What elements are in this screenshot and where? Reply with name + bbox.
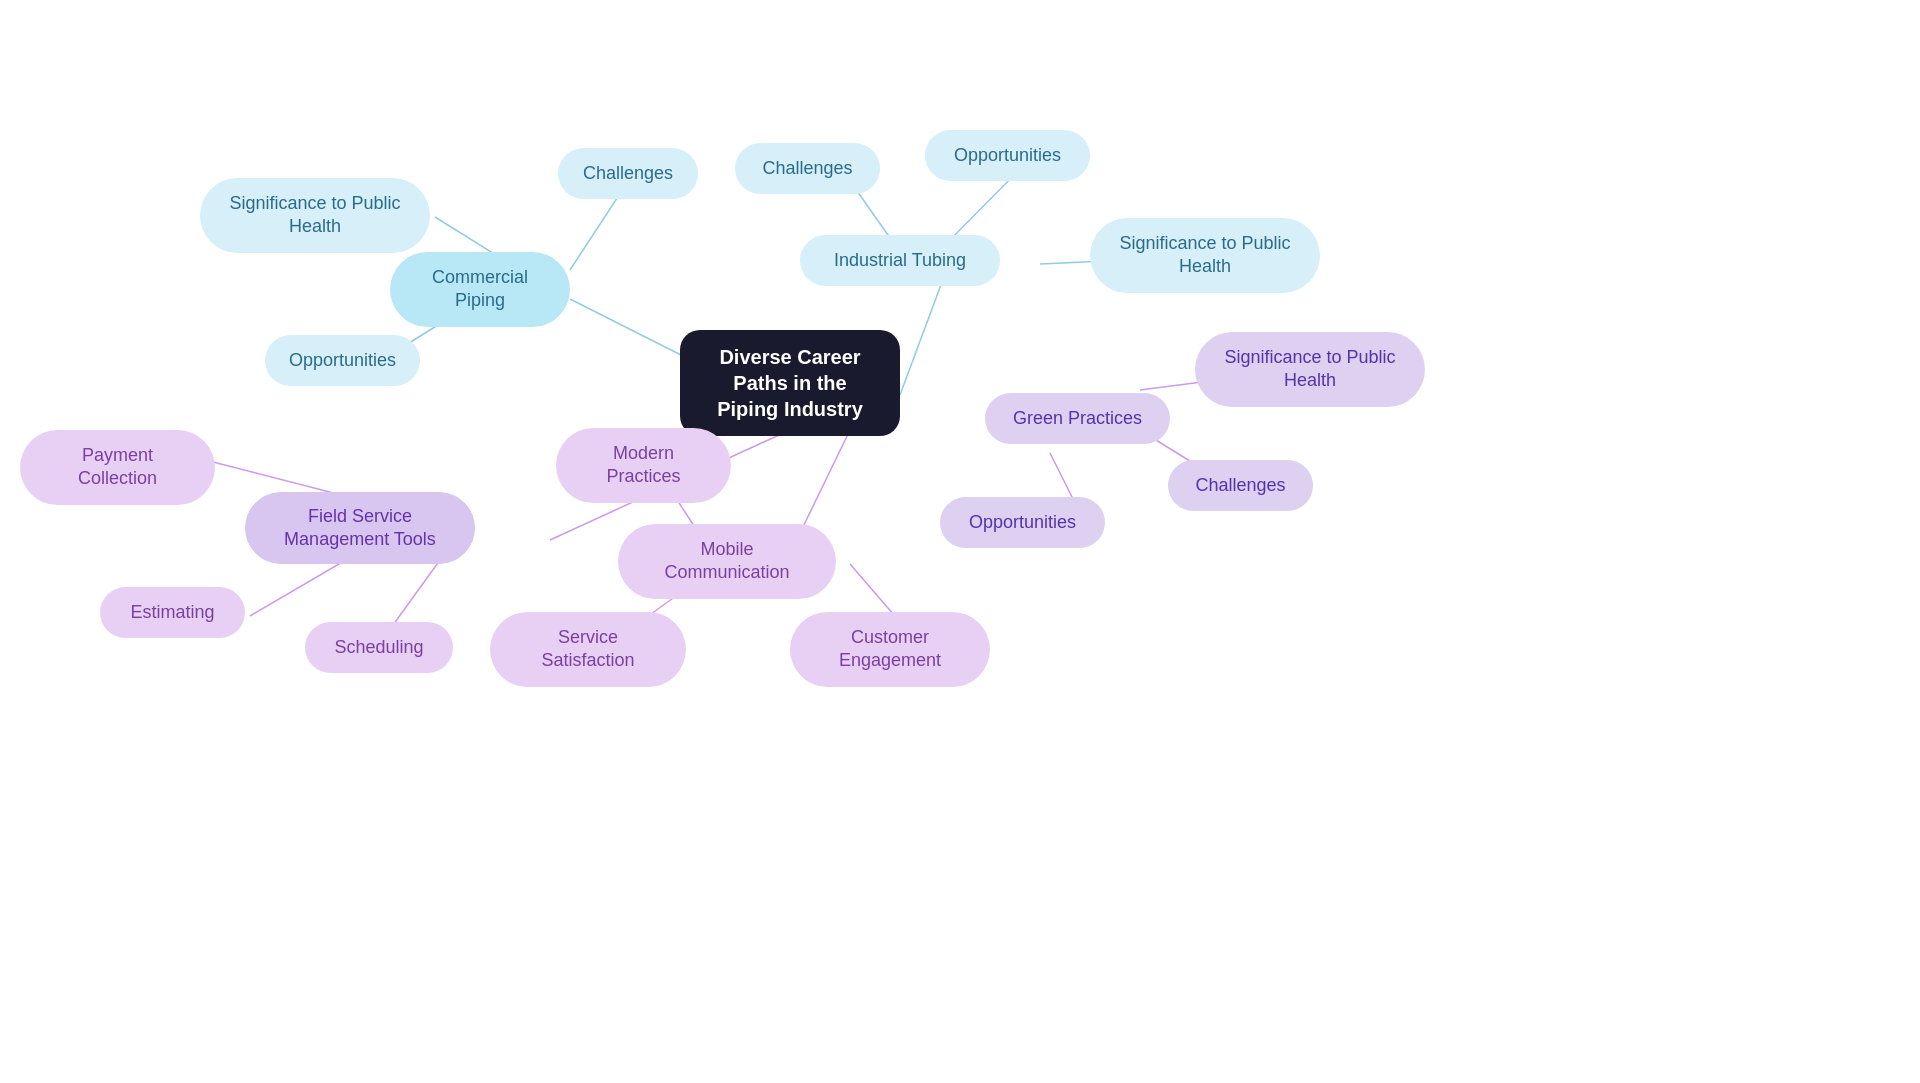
fs-payment-node[interactable]: Payment Collection	[20, 430, 215, 505]
commercial-piping-node[interactable]: Commercial Piping	[390, 252, 570, 327]
it-significance-node[interactable]: Significance to Public Health	[1090, 218, 1320, 293]
mc-modern-node[interactable]: Modern Practices	[556, 428, 731, 503]
fs-scheduling-node[interactable]: Scheduling	[305, 622, 453, 673]
gp-challenges-node[interactable]: Challenges	[1168, 460, 1313, 511]
it-opportunities-node[interactable]: Opportunities	[925, 130, 1090, 181]
industrial-tubing-node[interactable]: Industrial Tubing	[800, 235, 1000, 286]
field-service-node[interactable]: Field Service Management Tools	[245, 492, 475, 564]
mc-customer-eng-node[interactable]: Customer Engagement	[790, 612, 990, 687]
it-challenges-node[interactable]: Challenges	[735, 143, 880, 194]
cp-challenges-node[interactable]: Challenges	[558, 148, 698, 199]
center-node: Diverse Career Paths in the Piping Indus…	[680, 330, 900, 436]
gp-significance-node[interactable]: Significance to Public Health	[1195, 332, 1425, 407]
cp-significance-node[interactable]: Significance to Public Health	[200, 178, 430, 253]
svg-line-13	[1050, 453, 1075, 503]
fs-estimating-node[interactable]: Estimating	[100, 587, 245, 638]
cp-opportunities-node[interactable]: Opportunities	[265, 335, 420, 386]
green-practices-node[interactable]: Green Practices	[985, 393, 1170, 444]
mobile-comm-node[interactable]: Mobile Communication	[618, 524, 836, 599]
gp-opportunities-node[interactable]: Opportunities	[940, 497, 1105, 548]
mc-service-sat-node[interactable]: Service Satisfaction	[490, 612, 686, 687]
svg-line-1	[900, 274, 945, 395]
svg-line-16	[393, 560, 440, 625]
